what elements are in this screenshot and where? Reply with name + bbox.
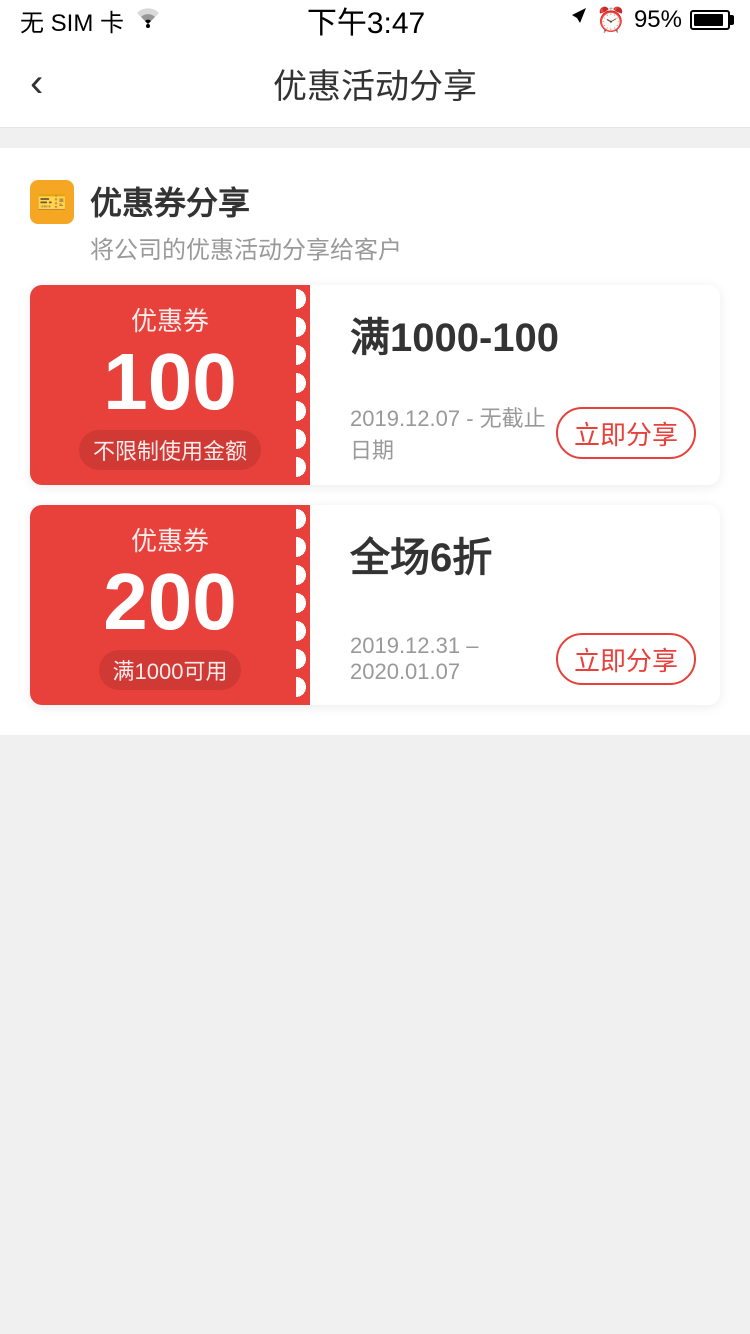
coupon-right-2: 全场6折 2019.12.31 – 2020.01.07 立即分享 (310, 505, 720, 705)
coupon-card-2: 优惠券 200 满1000可用 全场6折 2019.12.31 – 2020.0… (30, 505, 720, 705)
coupon-name-2: 全场6折 (350, 525, 696, 583)
battery-icon (690, 10, 730, 30)
section-divider-top (0, 128, 750, 148)
status-left: 无 SIM 卡 (20, 3, 162, 38)
page-title: 优惠活动分享 (273, 59, 477, 108)
coupon-label-2: 优惠券 (131, 521, 209, 558)
section-subtitle: 将公司的优惠活动分享给客户 (90, 230, 402, 265)
coupon-date-2: 2019.12.31 – 2020.01.07 (350, 633, 556, 685)
carrier-label: 无 SIM 卡 (20, 3, 124, 38)
alarm-icon: ⏰ (596, 6, 626, 35)
coupon-right-1: 满1000-100 2019.12.07 - 无截止日期 立即分享 (310, 285, 720, 485)
back-button[interactable]: ‹ (30, 61, 43, 106)
nav-bar: ‹ 优惠活动分享 (0, 40, 750, 128)
section-text-group: 优惠券分享 将公司的优惠活动分享给客户 (90, 178, 402, 265)
coupon-icon-glyph: 🎫 (37, 188, 67, 217)
wifi-icon (134, 6, 162, 35)
section-header: 🎫 优惠券分享 将公司的优惠活动分享给客户 (0, 148, 750, 285)
coupon-card-1: 优惠券 100 不限制使用金额 满1000-100 2019.12.07 - 无… (30, 285, 720, 485)
coupon-condition-2: 满1000可用 (99, 650, 242, 690)
coupon-left-2: 优惠券 200 满1000可用 (30, 505, 310, 705)
coupon-name-1: 满1000-100 (350, 305, 696, 363)
battery-fill (694, 14, 723, 26)
coupon-amount-2: 200 (103, 562, 236, 642)
coupon-left-1: 优惠券 100 不限制使用金额 (30, 285, 310, 485)
coupon-date-1: 2019.12.07 - 无截止日期 (350, 401, 556, 465)
location-icon (570, 6, 588, 35)
empty-area (0, 735, 750, 1235)
section-icon: 🎫 (30, 180, 74, 224)
status-time: 下午3:47 (307, 0, 425, 42)
section-title: 优惠券分享 (90, 178, 402, 224)
share-button-2[interactable]: 立即分享 (556, 633, 696, 685)
status-bar: 无 SIM 卡 下午3:47 ⏰ 95% (0, 0, 750, 40)
coupon-amount-1: 100 (103, 342, 236, 422)
status-right: ⏰ 95% (570, 6, 730, 35)
share-button-1[interactable]: 立即分享 (556, 407, 696, 459)
coupon-bottom-2: 2019.12.31 – 2020.01.07 立即分享 (350, 633, 696, 685)
coupon-label-1: 优惠券 (131, 301, 209, 338)
coupon-condition-1: 不限制使用金额 (79, 430, 261, 470)
coupons-container: 优惠券 100 不限制使用金额 满1000-100 2019.12.07 - 无… (0, 285, 750, 735)
battery-percent: 95% (634, 6, 682, 34)
coupon-bottom-1: 2019.12.07 - 无截止日期 立即分享 (350, 401, 696, 465)
